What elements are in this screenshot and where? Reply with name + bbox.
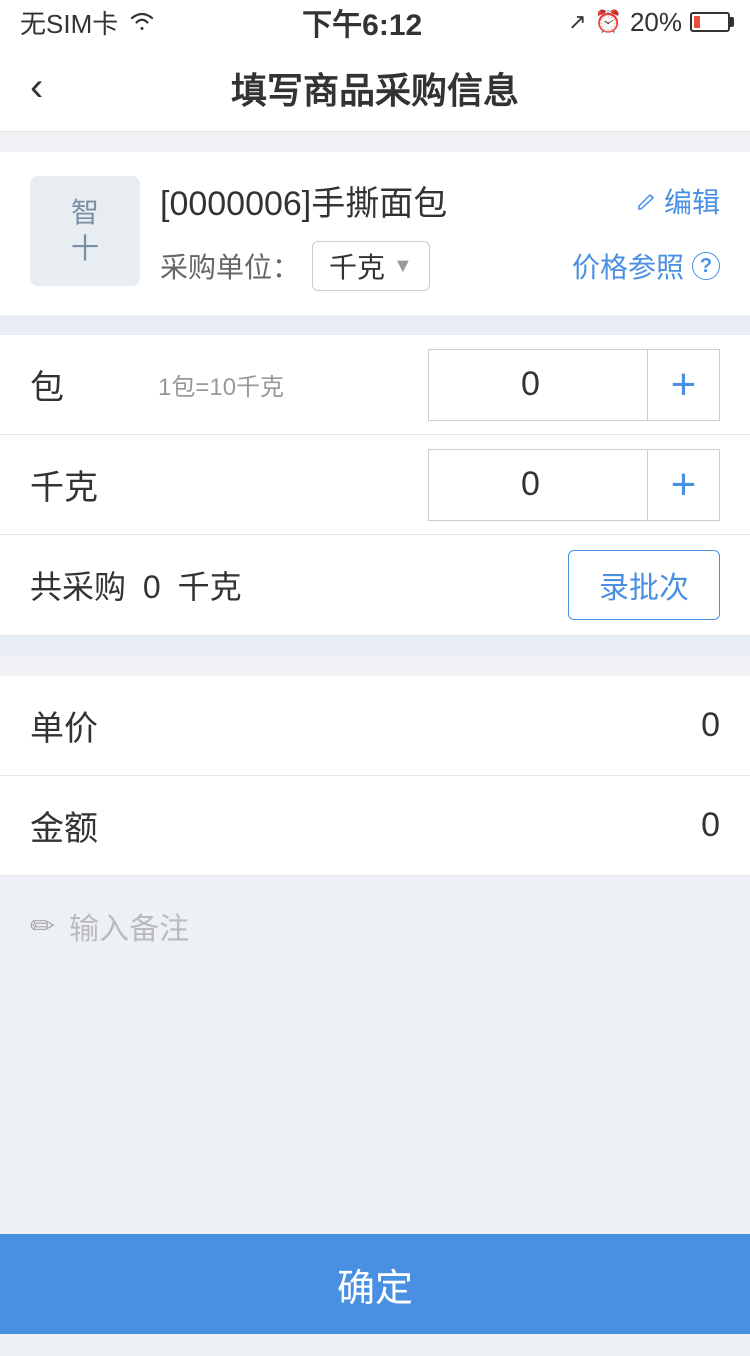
- back-button[interactable]: ‹: [30, 55, 63, 120]
- input-row-bao: 包 1包=10千克 +: [0, 335, 750, 435]
- unit-label: 采购单位：: [160, 246, 300, 286]
- status-bar-right: ↗ ⏰ 20%: [568, 7, 730, 38]
- bao-input-wrapper: +: [284, 349, 720, 421]
- bao-plus-button[interactable]: +: [648, 349, 720, 421]
- edit-label: 编辑: [664, 181, 720, 221]
- separator-2: [0, 636, 750, 656]
- amount-value: 0: [701, 806, 720, 845]
- price-ref-label: 价格参照: [572, 246, 684, 286]
- summary-unit: 千克: [178, 569, 242, 605]
- input-section: 包 1包=10千克 + 千克 +: [0, 335, 750, 535]
- unit-value: 千克: [329, 246, 385, 286]
- kg-input-wrapper: +: [150, 449, 720, 521]
- unit-price-value: 0: [701, 706, 720, 745]
- confirm-button[interactable]: 确定: [0, 1234, 750, 1334]
- summary-row: 共采购 0 千克 录批次: [0, 535, 750, 635]
- unit-select[interactable]: 千克 ▼: [312, 241, 430, 291]
- summary-section: 共采购 0 千克 录批次: [0, 535, 750, 636]
- input-row-kg: 千克 +: [0, 435, 750, 535]
- bao-label: 包: [30, 360, 150, 409]
- status-bar: 无SIM卡 下午6:12 ↗ ⏰ 20%: [0, 0, 750, 44]
- chevron-down-icon: ▼: [393, 255, 413, 278]
- summary-amount: 0: [143, 569, 161, 605]
- product-name-row: [0000006]手撕面包 编辑: [160, 176, 720, 225]
- product-name: [0000006]手撕面包: [160, 176, 447, 225]
- amount-label: 金额: [30, 801, 98, 850]
- alarm-icon: ⏰: [595, 9, 622, 35]
- carrier-text: 无SIM卡: [20, 4, 118, 41]
- remark-section[interactable]: ✏ 输入备注: [0, 876, 750, 976]
- product-info: [0000006]手撕面包 编辑 采购单位： 千克 ▼ 价格参照 ?: [160, 176, 720, 291]
- unit-price-label: 单价: [30, 701, 98, 750]
- info-icon: ?: [692, 252, 720, 280]
- product-image: 智 十: [30, 176, 140, 286]
- nav-bar: ‹ 填写商品采购信息: [0, 44, 750, 132]
- product-card: 智 十 [0000006]手撕面包 编辑 采购单位： 千克 ▼: [0, 152, 750, 315]
- kg-plus-button[interactable]: +: [648, 449, 720, 521]
- summary-text: 共采购 0 千克: [30, 562, 242, 608]
- price-row-unit: 单价 0: [0, 676, 750, 776]
- kg-input[interactable]: [428, 449, 648, 521]
- product-logo: 智 十: [71, 195, 99, 268]
- product-unit-row: 采购单位： 千克 ▼ 价格参照 ?: [160, 241, 720, 291]
- kg-label: 千克: [30, 460, 150, 509]
- price-row-amount: 金额 0: [0, 776, 750, 876]
- separator-1: [0, 315, 750, 335]
- edit-button[interactable]: 编辑: [636, 181, 720, 221]
- remark-placeholder: 输入备注: [69, 904, 189, 948]
- battery-icon: [690, 12, 730, 32]
- page-title: 填写商品采购信息: [231, 62, 519, 114]
- status-bar-time: 下午6:12: [302, 0, 422, 44]
- bao-sublabel: 1包=10千克: [158, 367, 284, 402]
- location-icon: ↗: [568, 9, 586, 35]
- price-section: 单价 0 金额 0: [0, 676, 750, 876]
- wifi-icon: [128, 7, 156, 38]
- battery-percent: 20%: [630, 7, 682, 38]
- summary-prefix: 共采购: [30, 569, 126, 605]
- pencil-icon: ✏: [30, 909, 55, 944]
- status-bar-left: 无SIM卡: [20, 4, 156, 41]
- batch-button[interactable]: 录批次: [568, 550, 720, 620]
- bao-input[interactable]: [428, 349, 648, 421]
- price-ref-button[interactable]: 价格参照 ?: [572, 246, 720, 286]
